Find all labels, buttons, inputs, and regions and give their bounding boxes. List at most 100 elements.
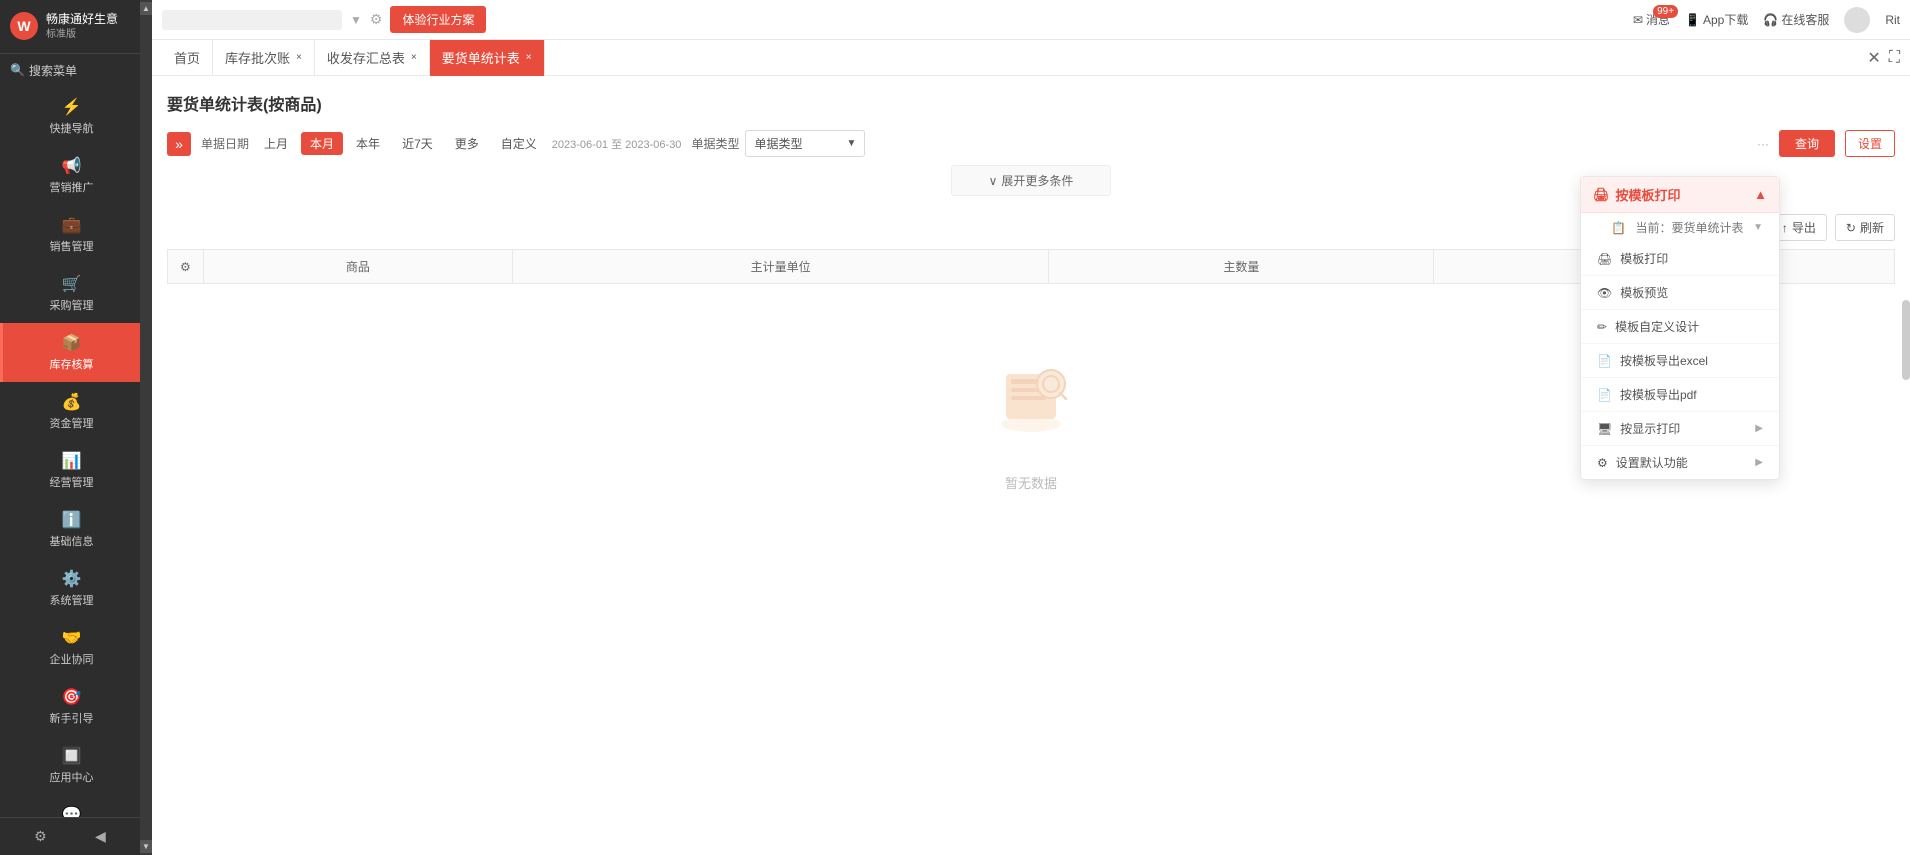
industry-btn[interactable]: 体验行业方案: [390, 6, 486, 33]
dropdown-display-print[interactable]: 🖥 按显示打印 ▶: [1581, 412, 1779, 446]
sidebar-scrollbar: ▲ ▼: [140, 0, 152, 855]
dropdown-export-excel[interactable]: 📄 按模板导出excel: [1581, 344, 1779, 378]
sidebar-item-guide[interactable]: 🎯 新手引导: [0, 677, 140, 736]
user-avatar[interactable]: [1844, 7, 1870, 33]
date-btn-7days[interactable]: 近7天: [393, 132, 442, 155]
right-scrollbar[interactable]: [1902, 300, 1910, 380]
tab-order-stats[interactable]: 要货单统计表 ×: [430, 40, 545, 76]
template-print-dropdown: 🖨 按模板打印 ▲ 📋 当前：要货单统计表 ▼ 🖨 模板打印 👁 模: [1580, 176, 1780, 480]
query-btn[interactable]: 查询: [1779, 130, 1835, 157]
collapse-icon[interactable]: ◀: [95, 828, 106, 845]
date-btn-this-month[interactable]: 本月: [301, 132, 343, 155]
more-options-icon[interactable]: ···: [1757, 137, 1769, 151]
notification-item[interactable]: ✉ 消息 99+: [1633, 11, 1670, 28]
sidebar: W 畅康通好生意 标准版 🔍 搜索菜单 ⚡ 快捷导航 📢 营销推广 💼 销售管理…: [0, 0, 140, 855]
operations-icon: 📊: [62, 451, 82, 471]
dropdown-header: 🖨 按模板打印 ▲: [1581, 177, 1779, 213]
dropdown-arrow-icon[interactable]: ▼: [350, 13, 362, 27]
tab-home-label: 首页: [174, 48, 200, 67]
online-service-label: 在线客服: [1781, 11, 1829, 28]
phone-icon: 📱: [1685, 13, 1700, 27]
tab-receivables-summary[interactable]: 收发存汇总表 ×: [315, 40, 430, 76]
template-custom-label: 模板自定义设计: [1615, 318, 1699, 335]
app-name: 畅康通好生意: [46, 12, 118, 28]
default-setting-icon: ⚙: [1597, 456, 1608, 470]
date-btn-custom[interactable]: 自定义: [492, 132, 546, 155]
settings-bottom-icon[interactable]: ⚙: [34, 828, 47, 845]
current-icon: 📋: [1611, 221, 1626, 235]
dropdown-set-default[interactable]: ⚙ 设置默认功能 ▶: [1581, 446, 1779, 479]
refresh-btn[interactable]: ↻ 刷新: [1835, 214, 1895, 241]
template-preview-label: 模板预览: [1620, 284, 1668, 301]
sidebar-item-system[interactable]: ⚙️ 系统管理: [0, 559, 140, 618]
export-label: 导出: [1792, 219, 1816, 236]
maximize-tab-btn[interactable]: ⛶: [1889, 49, 1900, 67]
tabs-bar: 首页 库存批次账 × 收发存汇总表 × 要货单统计表 × ✕ ⛶: [152, 40, 1910, 76]
sidebar-item-appstore[interactable]: 🔲 应用中心: [0, 736, 140, 795]
date-filter-group: 单据日期 上月 本月 本年 近7天 更多 自定义 2023-06-01 至 20…: [201, 132, 681, 155]
gear-icon[interactable]: ⚙: [370, 11, 383, 28]
doc-type-filter-group: 单据类型 单据类型 ▼: [691, 130, 865, 157]
tab-home[interactable]: 首页: [162, 40, 213, 76]
doc-type-select[interactable]: 单据类型 ▼: [745, 130, 865, 157]
sidebar-item-sales[interactable]: 💼 销售管理: [0, 205, 140, 264]
user-name[interactable]: Rit: [1885, 13, 1900, 27]
dropdown-template-preview[interactable]: 👁 模板预览: [1581, 276, 1779, 310]
display-print-chevron: ▶: [1755, 423, 1763, 434]
sidebar-item-collab[interactable]: 🤝 企业协同: [0, 618, 140, 677]
sidebar-item-quick-nav[interactable]: ⚡ 快捷导航: [0, 87, 140, 146]
scroll-down-btn[interactable]: ▼: [140, 840, 152, 853]
sidebar-item-purchase[interactable]: 🛒 采购管理: [0, 264, 140, 323]
empty-illustration: [981, 344, 1081, 463]
nav-label-operations: 经营管理: [50, 474, 94, 490]
export-pdf-label: 按模板导出pdf: [1620, 386, 1697, 403]
tab-inventory-batch[interactable]: 库存批次账 ×: [213, 40, 315, 76]
system-icon: ⚙️: [62, 569, 82, 589]
headset-icon: 🎧: [1763, 13, 1778, 27]
sidebar-item-basics[interactable]: ℹ️ 基础信息: [0, 500, 140, 559]
search-menu[interactable]: 🔍 搜索菜单: [0, 54, 140, 87]
sidebar-item-wechat[interactable]: 💬 企业微信: [0, 795, 140, 817]
breadcrumb-input[interactable]: [162, 10, 342, 30]
collapse-filter-btn[interactable]: »: [167, 132, 191, 156]
app-version: 标准版: [46, 28, 118, 41]
set-default-label: 设置默认功能: [1616, 454, 1688, 471]
nav-label-inventory: 库存核算: [50, 356, 94, 372]
date-filter-label: 单据日期: [201, 135, 249, 152]
scroll-up-btn[interactable]: ▲: [140, 2, 152, 15]
setting-btn[interactable]: 设置: [1845, 130, 1895, 157]
date-options: 上月 本月 本年 近7天 更多 自定义: [255, 132, 546, 155]
dropdown-collapse-icon[interactable]: ▲: [1754, 187, 1767, 202]
dropdown-export-pdf[interactable]: 📄 按模板导出pdf: [1581, 378, 1779, 412]
dropdown-template-custom[interactable]: ✏ 模板自定义设计: [1581, 310, 1779, 344]
tab-receivables-close[interactable]: ×: [411, 52, 417, 63]
sidebar-item-operations[interactable]: 📊 经营管理: [0, 441, 140, 500]
sidebar-item-finance[interactable]: 💰 资金管理: [0, 382, 140, 441]
date-btn-more[interactable]: 更多: [446, 132, 488, 155]
tab-order-stats-label: 要货单统计表: [442, 48, 520, 67]
close-tab-btn[interactable]: ✕: [1867, 48, 1880, 68]
sidebar-nav: ⚡ 快捷导航 📢 营销推广 💼 销售管理 🛒 采购管理 📦 库存核算 💰 资金管…: [0, 87, 140, 817]
sidebar-item-inventory[interactable]: 📦 库存核算: [0, 323, 140, 382]
tab-inventory-batch-close[interactable]: ×: [296, 52, 302, 63]
date-btn-last-month[interactable]: 上月: [255, 132, 297, 155]
dropdown-current-item[interactable]: 📋 当前：要货单统计表 ▼: [1581, 213, 1779, 242]
message-icon: ✉: [1633, 13, 1643, 27]
logo-icon: W: [10, 12, 38, 40]
th-settings[interactable]: ⚙: [168, 250, 204, 284]
tab-order-stats-close[interactable]: ×: [526, 52, 532, 63]
date-btn-this-year[interactable]: 本年: [347, 132, 389, 155]
dropdown-template-print[interactable]: 🖨 模板打印: [1581, 242, 1779, 276]
expand-more-btn[interactable]: ∨ 展开更多条件: [951, 165, 1111, 196]
sidebar-bottom: ⚙ ◀: [0, 817, 140, 855]
page-title: 要货单统计表(按商品): [167, 91, 1895, 115]
header-left: ▼ ⚙ 体验行业方案: [162, 6, 486, 33]
nav-label-system: 系统管理: [50, 592, 94, 608]
app-download-item[interactable]: 📱 App下载: [1685, 11, 1748, 28]
dropdown-title: 按模板打印: [1616, 185, 1681, 204]
dropdown-printer-icon: 🖨: [1593, 187, 1610, 203]
online-service-item[interactable]: 🎧 在线客服: [1763, 11, 1829, 28]
sidebar-item-marketing[interactable]: 📢 营销推广: [0, 146, 140, 205]
doc-type-value: 单据类型: [754, 135, 802, 152]
expand-more-label: 展开更多条件: [1001, 172, 1073, 189]
